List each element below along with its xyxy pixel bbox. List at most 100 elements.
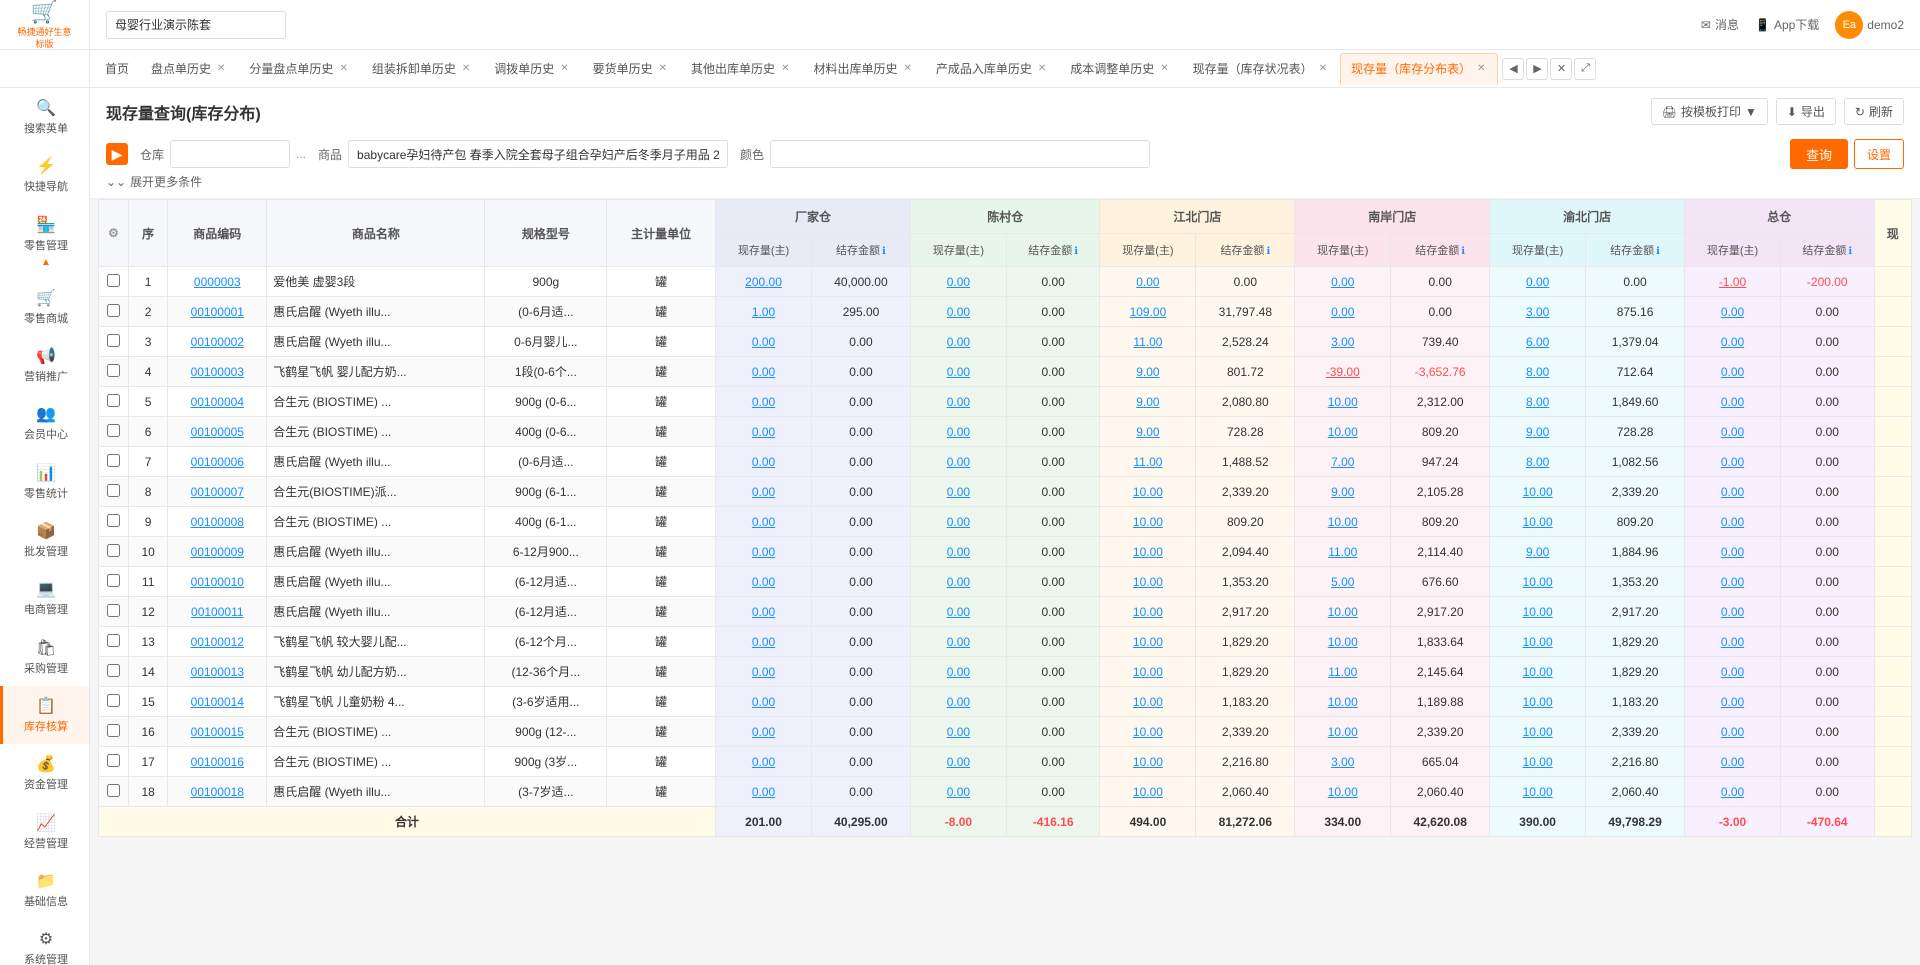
row-checkbox[interactable] bbox=[99, 357, 129, 387]
row-yubeidu-stock[interactable]: 10.00 bbox=[1490, 717, 1586, 747]
row-total-stock[interactable]: 0.00 bbox=[1685, 537, 1781, 567]
row-checkbox[interactable] bbox=[99, 777, 129, 807]
row-code[interactable]: 00100018 bbox=[168, 777, 267, 807]
close-tab-stock-count[interactable]: ✕ bbox=[215, 62, 227, 75]
row-factory-stock[interactable]: 0.00 bbox=[716, 747, 812, 777]
search-btn[interactable]: 查询 bbox=[1790, 139, 1848, 169]
row-total-stock[interactable]: 0.00 bbox=[1685, 297, 1781, 327]
row-code[interactable]: 00100001 bbox=[168, 297, 267, 327]
close-tab-material[interactable]: ✕ bbox=[901, 62, 913, 75]
expand-btn[interactable]: ▶ bbox=[106, 143, 128, 165]
row-jiangbei-stock[interactable]: 9.00 bbox=[1100, 417, 1196, 447]
sidebar-item-quick-nav[interactable]: ⚡ 快捷导航 bbox=[0, 146, 89, 204]
row-nanan-stock[interactable]: 0.00 bbox=[1295, 297, 1391, 327]
row-total-stock[interactable]: 0.00 bbox=[1685, 507, 1781, 537]
row-yubeidu-stock[interactable]: 10.00 bbox=[1490, 627, 1586, 657]
row-jiangbei-stock[interactable]: 9.00 bbox=[1100, 357, 1196, 387]
sidebar-item-inventory[interactable]: 📋 库存核算 bbox=[0, 686, 89, 744]
row-factory-stock[interactable]: 0.00 bbox=[716, 327, 812, 357]
row-factory-stock[interactable]: 0.00 bbox=[716, 777, 812, 807]
row-nanan-stock[interactable]: 10.00 bbox=[1295, 627, 1391, 657]
row-yubeidu-stock[interactable]: 0.00 bbox=[1490, 267, 1586, 297]
row-code[interactable]: 00100003 bbox=[168, 357, 267, 387]
row-factory-stock[interactable]: 0.00 bbox=[716, 357, 812, 387]
refresh-btn[interactable]: ↻ 刷新 bbox=[1844, 98, 1904, 125]
row-chenlu-stock[interactable]: 0.00 bbox=[910, 297, 1006, 327]
close-tab-transfer[interactable]: ✕ bbox=[558, 62, 570, 75]
industry-select[interactable]: 母婴行业演示陈套 bbox=[106, 11, 286, 39]
row-yubeidu-stock[interactable]: 10.00 bbox=[1490, 477, 1586, 507]
row-factory-stock[interactable]: 200.00 bbox=[716, 267, 812, 297]
row-jiangbei-stock[interactable]: 11.00 bbox=[1100, 447, 1196, 477]
row-jiangbei-stock[interactable]: 10.00 bbox=[1100, 717, 1196, 747]
row-checkbox[interactable] bbox=[99, 687, 129, 717]
row-total-stock[interactable]: -1.00 bbox=[1685, 267, 1781, 297]
row-code[interactable]: 00100007 bbox=[168, 477, 267, 507]
row-code[interactable]: 00100008 bbox=[168, 507, 267, 537]
sidebar-item-retail-shop[interactable]: 🛒 零售商城 bbox=[0, 278, 89, 336]
row-yubeidu-stock[interactable]: 8.00 bbox=[1490, 447, 1586, 477]
row-nanan-stock[interactable]: 0.00 bbox=[1295, 267, 1391, 297]
row-jiangbei-stock[interactable]: 9.00 bbox=[1100, 387, 1196, 417]
row-jiangbei-stock[interactable]: 10.00 bbox=[1100, 747, 1196, 777]
row-factory-stock[interactable]: 0.00 bbox=[716, 537, 812, 567]
row-chenlu-stock[interactable]: 0.00 bbox=[910, 507, 1006, 537]
row-code[interactable]: 00100009 bbox=[168, 537, 267, 567]
row-checkbox[interactable] bbox=[99, 597, 129, 627]
messages-btn[interactable]: ✉ 消息 bbox=[1701, 16, 1739, 33]
row-chenlu-stock[interactable]: 0.00 bbox=[910, 357, 1006, 387]
row-total-stock[interactable]: 0.00 bbox=[1685, 777, 1781, 807]
row-chenlu-stock[interactable]: 0.00 bbox=[910, 267, 1006, 297]
row-total-stock[interactable]: 0.00 bbox=[1685, 657, 1781, 687]
nav-tab-other-out[interactable]: 其他出库单历史 ✕ bbox=[680, 53, 802, 85]
close-tab-assemble[interactable]: ✕ bbox=[460, 62, 472, 75]
row-checkbox[interactable] bbox=[99, 387, 129, 417]
row-checkbox[interactable] bbox=[99, 717, 129, 747]
nav-tab-cost-adjust[interactable]: 成本调整单历史 ✕ bbox=[1059, 53, 1181, 85]
product-input[interactable] bbox=[348, 140, 728, 168]
row-checkbox[interactable] bbox=[99, 627, 129, 657]
row-chenlu-stock[interactable]: 0.00 bbox=[910, 657, 1006, 687]
nav-tab-stock-status[interactable]: 现存量（库存状况表）✕ bbox=[1182, 53, 1340, 85]
row-yubeidu-stock[interactable]: 9.00 bbox=[1490, 417, 1586, 447]
row-chenlu-stock[interactable]: 0.00 bbox=[910, 537, 1006, 567]
sidebar-item-search-hero[interactable]: 🔍 搜索英单 bbox=[0, 88, 89, 146]
row-checkbox[interactable] bbox=[99, 417, 129, 447]
row-yubeidu-stock[interactable]: 10.00 bbox=[1490, 747, 1586, 777]
row-chenlu-stock[interactable]: 0.00 bbox=[910, 477, 1006, 507]
row-yubeidu-stock[interactable]: 10.00 bbox=[1490, 567, 1586, 597]
batch-print-btn[interactable]: 🖨 按模板打印 ▼ bbox=[1651, 98, 1768, 125]
row-jiangbei-stock[interactable]: 11.00 bbox=[1100, 327, 1196, 357]
row-checkbox[interactable] bbox=[99, 537, 129, 567]
row-nanan-stock[interactable]: 7.00 bbox=[1295, 447, 1391, 477]
sidebar-item-retail-mgmt[interactable]: 🏪 零售管理 ▲ bbox=[0, 205, 89, 278]
row-yubeidu-stock[interactable]: 10.00 bbox=[1490, 777, 1586, 807]
row-factory-stock[interactable]: 0.00 bbox=[716, 717, 812, 747]
row-code[interactable]: 00100005 bbox=[168, 417, 267, 447]
row-total-stock[interactable]: 0.00 bbox=[1685, 627, 1781, 657]
nav-tab-stock-dist[interactable]: 现存量（库存分布表）✕ bbox=[1340, 53, 1498, 85]
row-chenlu-stock[interactable]: 0.00 bbox=[910, 597, 1006, 627]
nav-tab-branch-count[interactable]: 分量盘点单历史 ✕ bbox=[238, 53, 360, 85]
nav-maximize[interactable]: ⤢ bbox=[1574, 58, 1596, 80]
nav-tab-transfer[interactable]: 调拨单历史 ✕ bbox=[483, 53, 581, 85]
row-code[interactable]: 00100013 bbox=[168, 657, 267, 687]
row-factory-stock[interactable]: 0.00 bbox=[716, 657, 812, 687]
nav-tab-material-out[interactable]: 材料出库单历史 ✕ bbox=[802, 53, 924, 85]
sidebar-item-wholesale[interactable]: 📦 批发管理 bbox=[0, 511, 89, 569]
nav-tab-purchase[interactable]: 要货单历史 ✕ bbox=[582, 53, 680, 85]
row-nanan-stock[interactable]: 11.00 bbox=[1295, 657, 1391, 687]
row-chenlu-stock[interactable]: 0.00 bbox=[910, 447, 1006, 477]
row-jiangbei-stock[interactable]: 10.00 bbox=[1100, 567, 1196, 597]
row-code[interactable]: 00100016 bbox=[168, 747, 267, 777]
row-checkbox[interactable] bbox=[99, 447, 129, 477]
row-nanan-stock[interactable]: 10.00 bbox=[1295, 717, 1391, 747]
close-tab-status[interactable]: ✕ bbox=[1317, 62, 1329, 75]
nav-right-arrow[interactable]: ▶ bbox=[1526, 58, 1548, 80]
row-jiangbei-stock[interactable]: 10.00 bbox=[1100, 777, 1196, 807]
row-yubeidu-stock[interactable]: 10.00 bbox=[1490, 507, 1586, 537]
row-code[interactable]: 00100011 bbox=[168, 597, 267, 627]
row-jiangbei-stock[interactable]: 10.00 bbox=[1100, 537, 1196, 567]
row-nanan-stock[interactable]: 3.00 bbox=[1295, 747, 1391, 777]
row-checkbox[interactable] bbox=[99, 747, 129, 777]
